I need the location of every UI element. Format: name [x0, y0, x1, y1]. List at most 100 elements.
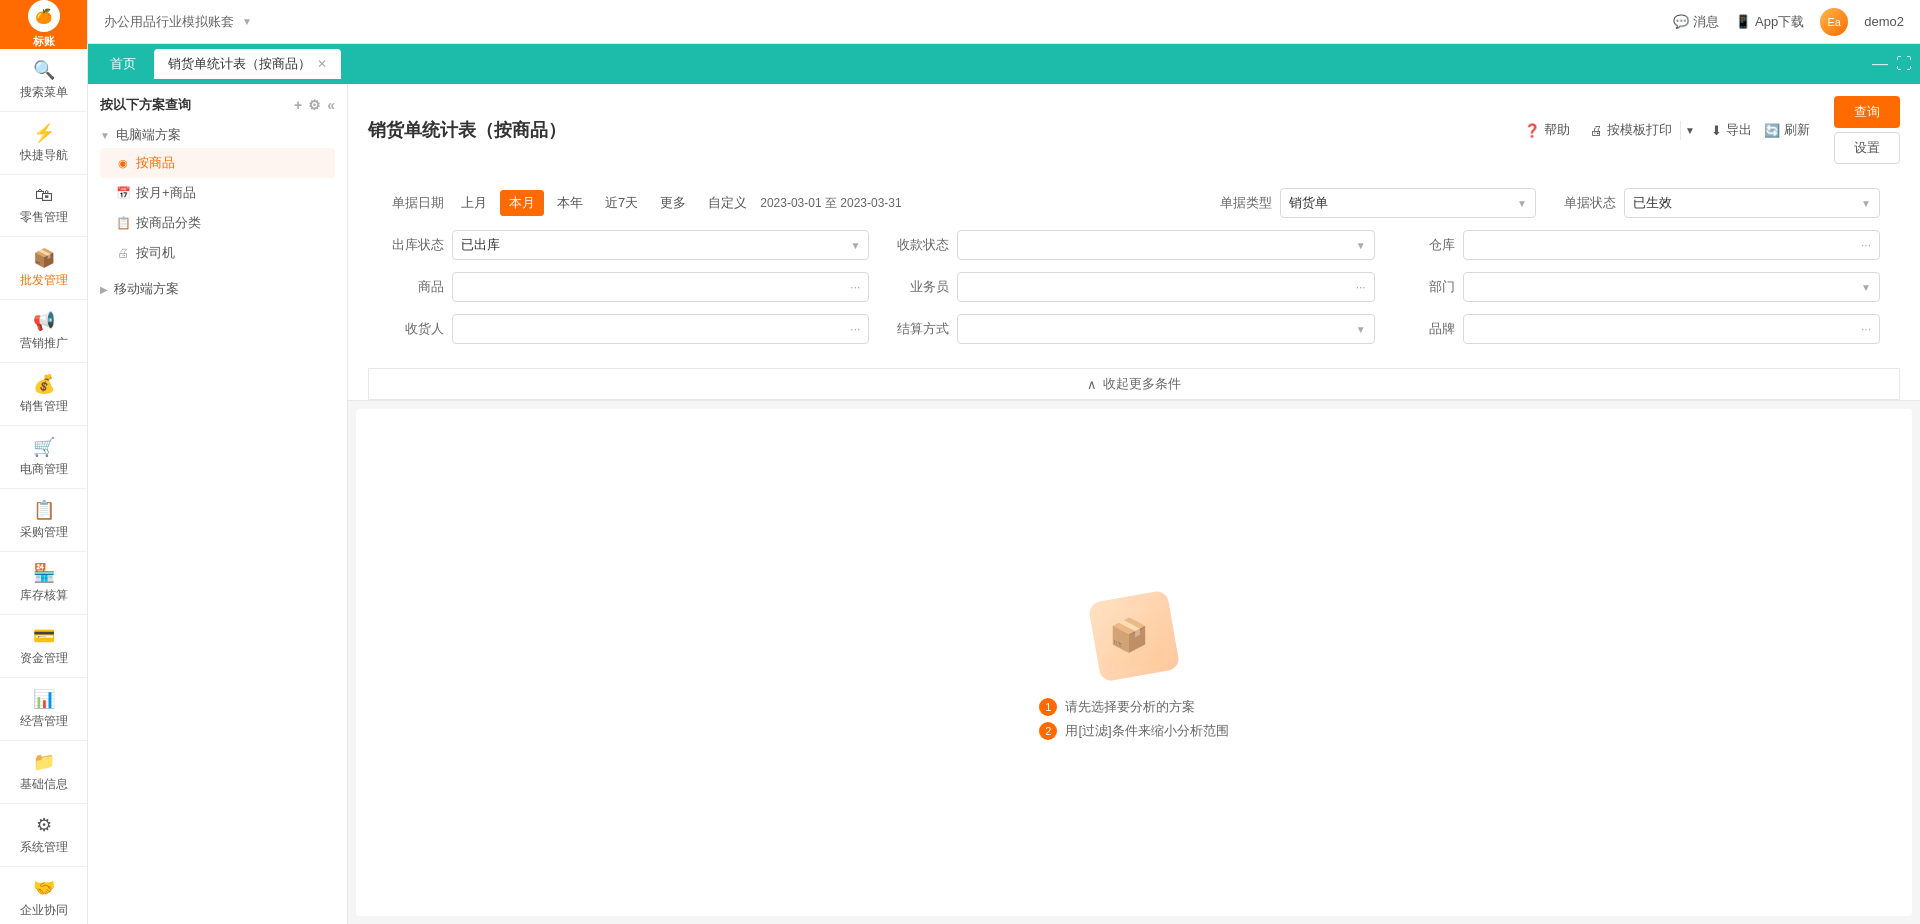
empty-state: 📦 1 请先选择要分析的方案 2 用[过滤]条件来缩小分析范围 — [356, 409, 1912, 916]
settings-button[interactable]: 设置 — [1834, 132, 1900, 164]
recipient-input[interactable]: ··· — [452, 314, 869, 344]
warehouse-status-input[interactable]: 已出库 ▼ — [452, 230, 869, 260]
filter-cell-department: 部门 ▼ — [1399, 272, 1880, 302]
query-btn-group: 查询 设置 — [1834, 96, 1900, 164]
scheme-item-by-product[interactable]: ◉ 按商品 — [100, 148, 335, 178]
salesperson-dots-icon: ··· — [1356, 280, 1366, 294]
tab-home-label: 首页 — [110, 55, 136, 73]
collapse-filters-btn[interactable]: ∧ 收起更多条件 — [368, 368, 1900, 400]
sidebar-item-system[interactable]: ⚙ 系统管理 — [0, 804, 87, 867]
brand-input[interactable]: ··· — [1463, 314, 1880, 344]
date-btn-custom[interactable]: 自定义 — [699, 190, 756, 216]
template-print-arrow-icon[interactable]: ▼ — [1680, 121, 1699, 140]
date-range-text: 2023-03-01 至 2023-03-31 — [760, 195, 901, 212]
date-btn-this-year[interactable]: 本年 — [548, 190, 592, 216]
ecommerce-icon: 🛒 — [33, 436, 55, 458]
warehouse-dots-icon: ··· — [1861, 238, 1871, 252]
sidebar-item-ecommerce[interactable]: 🛒 电商管理 — [0, 426, 87, 489]
scheme-group-mobile: ▶ 移动端方案 — [100, 276, 335, 302]
sidebar-item-purchase[interactable]: 📋 采购管理 — [0, 489, 87, 552]
scheme-by-month-icon: 📅 — [116, 186, 130, 200]
salesperson-input[interactable]: ··· — [957, 272, 1374, 302]
hint-num-1: 1 — [1039, 698, 1057, 716]
payment-status-input[interactable]: ▼ — [957, 230, 1374, 260]
sidebar-item-operation[interactable]: 📊 经营管理 — [0, 678, 87, 741]
message-btn[interactable]: 💬 消息 — [1673, 13, 1719, 31]
scheme-by-cashier-icon: 🖨 — [116, 246, 130, 260]
purchase-icon: 📋 — [33, 499, 55, 521]
date-btn-this-month[interactable]: 本月 — [500, 190, 544, 216]
date-btn-more[interactable]: 更多 — [651, 190, 695, 216]
doctype-arrow-icon: ▼ — [1517, 198, 1527, 209]
sidebar: 🍊 标账 🔍 搜索菜单 ⚡ 快捷导航 🛍 零售管理 📦 批发管理 📢 营销推广 … — [0, 0, 88, 924]
department-input[interactable]: ▼ — [1463, 272, 1880, 302]
scheme-group-pc-title[interactable]: ▼ 电脑端方案 — [100, 122, 335, 148]
filter-cell-product: 商品 ··· — [388, 272, 869, 302]
sidebar-item-cooperation[interactable]: 🤝 企业协同 — [0, 867, 87, 924]
username-label[interactable]: demo2 — [1864, 14, 1904, 29]
empty-hint-2-text: 用[过滤]条件来缩小分析范围 — [1065, 722, 1228, 740]
payment-status-arrow-icon: ▼ — [1356, 240, 1366, 251]
sidebar-item-inventory[interactable]: 🏪 库存核算 — [0, 552, 87, 615]
sidebar-item-label: 资金管理 — [20, 650, 68, 667]
template-print-group: 🖨 按模板打印 ▼ — [1582, 117, 1699, 143]
app-download-btn[interactable]: 📱 App下载 — [1735, 13, 1804, 31]
tab-minimize-icon[interactable]: — — [1872, 55, 1888, 73]
sidebar-item-label: 快捷导航 — [20, 147, 68, 164]
salesperson-label: 业务员 — [893, 278, 949, 296]
industry-label[interactable]: 办公用品行业模拟账套 — [104, 13, 234, 31]
add-scheme-btn[interactable]: + — [294, 97, 302, 113]
query-button[interactable]: 查询 — [1834, 96, 1900, 128]
product-label: 商品 — [388, 278, 444, 296]
tab-close-icon[interactable]: ✕ — [317, 57, 327, 71]
sidebar-item-retail[interactable]: 🛍 零售管理 — [0, 175, 87, 237]
export-btn[interactable]: ⬇ 导出 — [1711, 121, 1752, 139]
date-btn-7days[interactable]: 近7天 — [596, 190, 647, 216]
sidebar-item-search-menu[interactable]: 🔍 搜索菜单 — [0, 49, 87, 112]
sidebar-item-sales[interactable]: 💰 销售管理 — [0, 363, 87, 426]
scheme-item-by-cashier[interactable]: 🖨 按司机 — [100, 238, 335, 268]
scheme-group-pc: ▼ 电脑端方案 ◉ 按商品 📅 按月+商品 📋 按商品分类 — [100, 122, 335, 268]
tab-home[interactable]: 首页 — [96, 49, 150, 79]
app-logo[interactable]: 🍊 标账 — [0, 0, 88, 49]
filter-cell-warehouse-status: 出库状态 已出库 ▼ — [388, 230, 869, 260]
sidebar-item-label: 企业协同 — [20, 902, 68, 919]
scheme-settings-icon[interactable]: ⚙ — [308, 97, 321, 113]
operation-icon: 📊 — [33, 688, 55, 710]
group-expand-icon: ▼ — [100, 130, 110, 141]
help-label: 帮助 — [1544, 121, 1570, 139]
help-btn[interactable]: ❓ 帮助 — [1524, 121, 1570, 139]
scheme-item-by-month-product[interactable]: 📅 按月+商品 — [100, 178, 335, 208]
refresh-btn[interactable]: 🔄 刷新 — [1764, 121, 1810, 139]
user-avatar[interactable]: Ea — [1820, 8, 1848, 36]
tab-maximize-icon[interactable]: ⛶ — [1896, 55, 1912, 73]
scheme-group-mobile-title[interactable]: ▶ 移动端方案 — [100, 276, 335, 302]
scheme-section: ▼ 电脑端方案 ◉ 按商品 📅 按月+商品 📋 按商品分类 — [88, 122, 347, 310]
collapse-filters-label: 收起更多条件 — [1103, 375, 1181, 393]
scheme-item-by-category[interactable]: 📋 按商品分类 — [100, 208, 335, 238]
collapse-panel-icon[interactable]: « — [327, 97, 335, 113]
scheme-group-mobile-label: 移动端方案 — [114, 280, 179, 298]
empty-hints: 1 请先选择要分析的方案 2 用[过滤]条件来缩小分析范围 — [1039, 698, 1228, 740]
warehouse-input[interactable]: ··· — [1463, 230, 1880, 260]
settlement-input[interactable]: ▼ — [957, 314, 1374, 344]
sidebar-item-marketing[interactable]: 📢 营销推广 — [0, 300, 87, 363]
doctype-input[interactable]: 销货单 ▼ — [1280, 188, 1536, 218]
date-btn-last-month[interactable]: 上月 — [452, 190, 496, 216]
export-label: 导出 — [1726, 121, 1752, 139]
sidebar-item-finance[interactable]: 💳 资金管理 — [0, 615, 87, 678]
sidebar-item-wholesale[interactable]: 📦 批发管理 — [0, 237, 87, 300]
scheme-by-cashier-label: 按司机 — [136, 244, 175, 262]
template-print-btn[interactable]: 🖨 按模板打印 — [1582, 117, 1680, 143]
sidebar-item-quick-nav[interactable]: ⚡ 快捷导航 — [0, 112, 87, 175]
wholesale-icon: 📦 — [33, 247, 55, 269]
warehouse-status-label: 出库状态 — [388, 236, 444, 254]
filter-row-3: 商品 ··· 业务员 ··· — [388, 272, 1880, 302]
product-input[interactable]: ··· — [452, 272, 869, 302]
sidebar-item-basic[interactable]: 📁 基础信息 — [0, 741, 87, 804]
tab-sales-report[interactable]: 销货单统计表（按商品） ✕ — [154, 49, 341, 79]
top-header: 办公用品行业模拟账套 ▼ 💬 消息 📱 App下载 Ea demo2 — [88, 0, 1920, 44]
brand-label: 品牌 — [1399, 320, 1455, 338]
main-area: 办公用品行业模拟账套 ▼ 💬 消息 📱 App下载 Ea demo2 首页 销货… — [88, 0, 1920, 924]
docstatus-input[interactable]: 已生效 ▼ — [1624, 188, 1880, 218]
